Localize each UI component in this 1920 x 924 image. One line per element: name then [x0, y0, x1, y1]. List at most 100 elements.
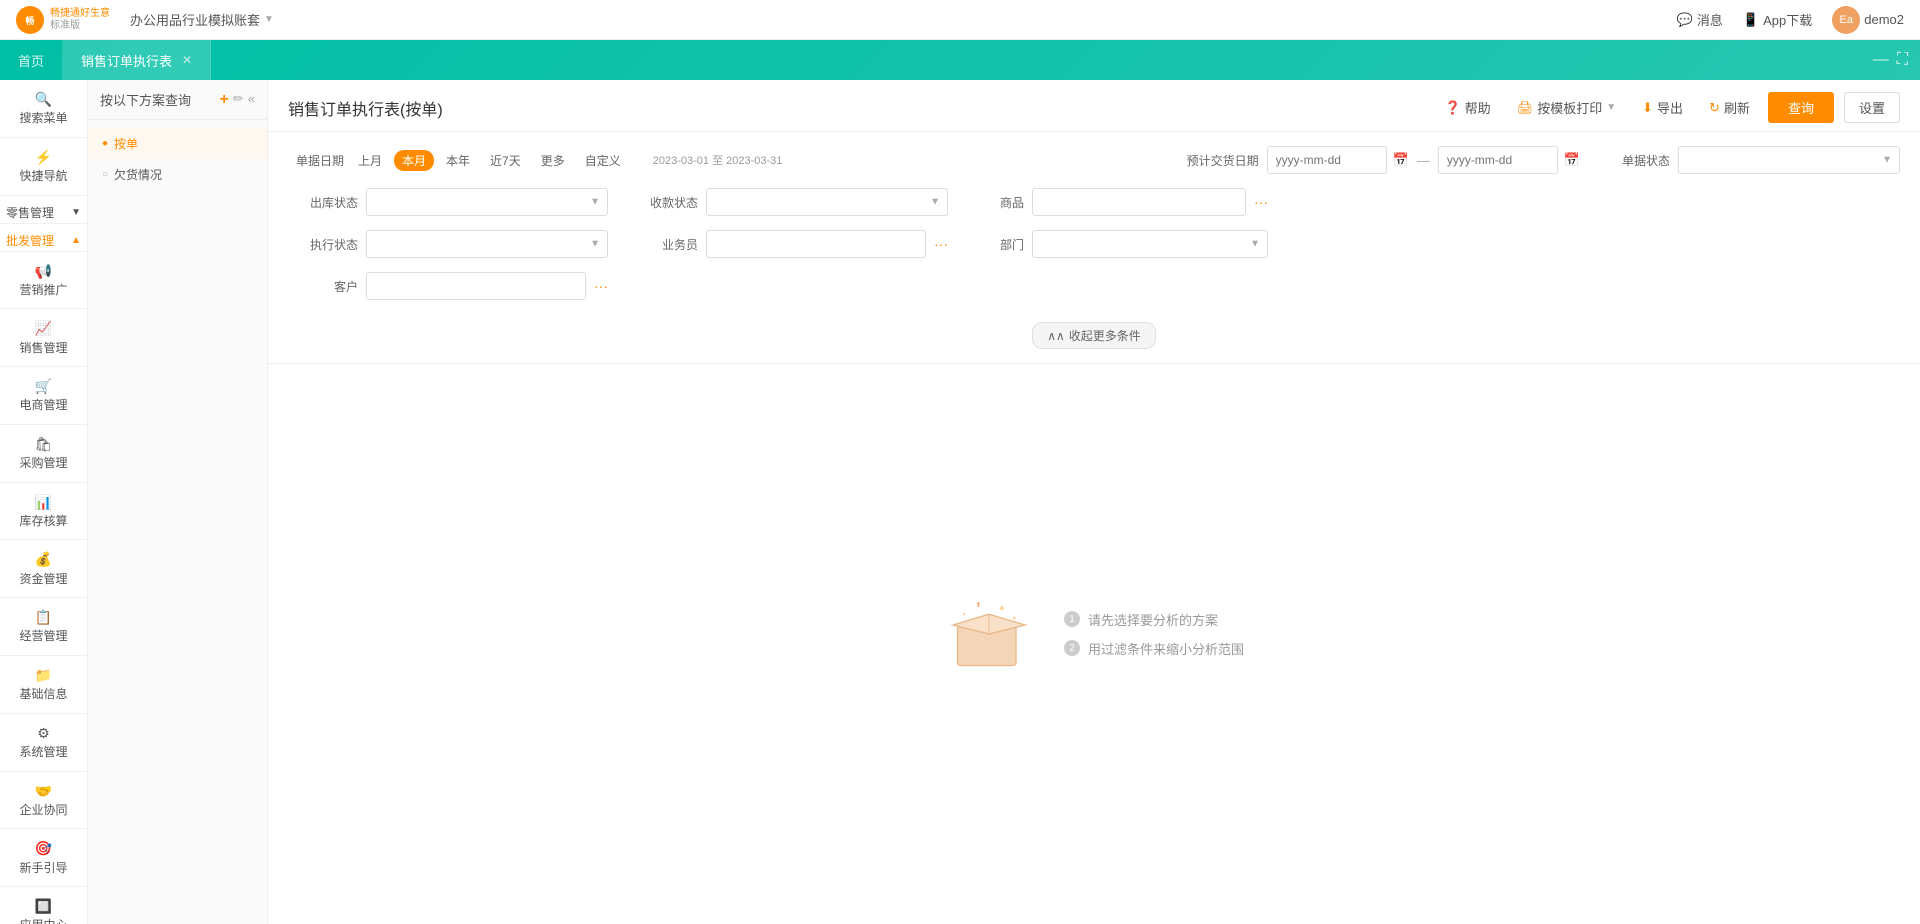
- sidebar-label-collab: 企业协同: [19, 803, 67, 819]
- filter-row-status: 出库状态 ▼ 收款状态 ▼: [288, 188, 1900, 216]
- sidebar-item-inventory[interactable]: 📊 库存核算: [0, 483, 87, 541]
- app-icon: 📱: [1743, 12, 1759, 28]
- customer-ellipsis-btn[interactable]: ···: [594, 278, 608, 294]
- sidebar-item-purchase[interactable]: 🛍 采购管理: [0, 425, 87, 483]
- receipt-status-label: 收款状态: [628, 194, 698, 211]
- date-chip-custom[interactable]: 自定义: [577, 150, 629, 171]
- search-icon: 🔍: [35, 90, 52, 108]
- maximize-btn[interactable]: ⛶: [1897, 51, 1908, 69]
- filter-field-salesman: 业务员 ···: [628, 230, 948, 258]
- sidebar-item-basic[interactable]: 📁 基础信息: [0, 656, 87, 714]
- sidebar-label-search: 搜索菜单: [19, 111, 67, 127]
- salesman-input[interactable]: [706, 230, 926, 258]
- left-panel-header: 按以下方案查询 + ✏ «: [88, 80, 267, 120]
- sidebar-item-quicknav[interactable]: ⚡ 快捷导航: [0, 138, 87, 196]
- tab-close-btn[interactable]: ✕: [182, 53, 192, 67]
- tab-home[interactable]: 首页: [0, 40, 63, 80]
- goods-input[interactable]: [1032, 188, 1246, 216]
- delivery-date-to[interactable]: [1438, 146, 1558, 174]
- sidebar-item-wholesale[interactable]: 批发管理 ▲: [0, 224, 87, 252]
- edit-plan-btn[interactable]: ✏: [233, 91, 244, 109]
- appstore-icon: 🔲: [35, 897, 52, 915]
- sidebar-item-retail[interactable]: 零售管理 ▼: [0, 196, 87, 224]
- exec-status-select[interactable]: [366, 230, 608, 258]
- collab-icon: 🤝: [35, 782, 52, 800]
- delivery-date-from[interactable]: [1267, 146, 1387, 174]
- user-area[interactable]: Ea demo2: [1832, 6, 1904, 34]
- salesman-ellipsis-btn[interactable]: ···: [934, 236, 948, 252]
- wholesale-arrow: ▲: [71, 235, 81, 246]
- help-btn[interactable]: ❓ 帮助: [1436, 94, 1498, 121]
- basic-icon: 📁: [35, 666, 52, 684]
- date-chip-7days[interactable]: 近7天: [482, 150, 529, 171]
- sidebar-item-sales[interactable]: 📈 销售管理: [0, 309, 87, 367]
- expected-delivery-label: 预计交货日期: [1187, 152, 1259, 169]
- date-chip-last-month[interactable]: 上月: [350, 150, 390, 171]
- sidebar-label-retail: 零售管理: [6, 204, 54, 221]
- logo-text-line2: 标准版: [50, 20, 110, 32]
- company-selector[interactable]: 办公用品行业模拟账套 ▼: [130, 10, 274, 29]
- filter-row-exec: 执行状态 ▼ 业务员 ··· 部门: [288, 230, 1900, 258]
- collapse-panel-btn[interactable]: «: [248, 91, 255, 109]
- date-from-calendar-icon[interactable]: 📅: [1393, 152, 1409, 168]
- refresh-btn[interactable]: ↻ 刷新: [1701, 94, 1758, 121]
- sidebar-item-collab[interactable]: 🤝 企业协同: [0, 772, 87, 830]
- customer-input[interactable]: [366, 272, 586, 300]
- empty-state-visual: ✦ ✦ ✦ ⬆ 1 请先选择要分析的方案 2 用过滤条件来缩小分析范围: [944, 589, 1244, 679]
- delivery-date-to-group: 📅: [1438, 146, 1580, 174]
- single-status-select[interactable]: [1678, 146, 1900, 174]
- guide-icon: 🎯: [35, 839, 52, 857]
- sidebar-label-guide: 新手引导: [19, 861, 67, 877]
- dept-select-wrapper: ▼: [1032, 230, 1268, 258]
- add-plan-btn[interactable]: +: [220, 91, 229, 109]
- nav-tabs-controls: — ⛶: [1861, 40, 1920, 80]
- sidebar-label-inventory: 库存核算: [19, 514, 67, 530]
- settings-btn[interactable]: 设置: [1844, 92, 1900, 123]
- print-btn[interactable]: 🖨 按模板打印 ▼: [1509, 94, 1624, 121]
- user-avatar: Ea: [1832, 6, 1860, 34]
- sidebar-item-guide[interactable]: 🎯 新手引导: [0, 829, 87, 887]
- sidebar-item-business[interactable]: 📋 经营管理: [0, 598, 87, 656]
- empty-state: ✦ ✦ ✦ ⬆ 1 请先选择要分析的方案 2 用过滤条件来缩小分析范围: [268, 364, 1920, 924]
- date-chip-this-year[interactable]: 本年: [438, 150, 478, 171]
- svg-text:✦: ✦: [998, 604, 1006, 614]
- page-header: 销售订单执行表(按单) ❓ 帮助 🖨 按模板打印 ▼ ⬇ 导出 ↻ 刷新: [268, 80, 1920, 132]
- tab-sales-order[interactable]: 销售订单执行表 ✕: [63, 40, 211, 80]
- collapse-more-btn[interactable]: ∧∧ 收起更多条件: [1032, 322, 1156, 349]
- outbound-status-select[interactable]: [366, 188, 608, 216]
- left-panel-actions: + ✏ «: [220, 91, 255, 109]
- tip-num-2: 2: [1064, 640, 1080, 656]
- tree-item-by-order[interactable]: ● 按单: [88, 128, 267, 159]
- sidebar-item-ecommerce[interactable]: 🛒 电商管理: [0, 367, 87, 425]
- app-download-btn[interactable]: 📱 App下载: [1743, 10, 1812, 29]
- company-name: 办公用品行业模拟账套: [130, 10, 260, 29]
- date-chip-this-month[interactable]: 本月: [394, 150, 434, 171]
- tree-item-shortage[interactable]: ○ 欠货情况: [88, 159, 267, 190]
- sidebar-item-finance[interactable]: 💰 资金管理: [0, 540, 87, 598]
- filter-field-goods: 商品 ···: [968, 188, 1268, 216]
- sidebar-item-appstore[interactable]: 🔲 应用中心: [0, 887, 87, 924]
- sidebar-label-system: 系统管理: [19, 745, 67, 761]
- date-separator: —: [1417, 153, 1430, 168]
- sidebar-label-purchase: 采购管理: [19, 456, 67, 472]
- dept-select[interactable]: [1032, 230, 1268, 258]
- goods-label: 商品: [968, 194, 1024, 211]
- filter-field-receipt: 收款状态 ▼: [628, 188, 948, 216]
- query-btn[interactable]: 查询: [1768, 92, 1834, 123]
- sidebar-item-system[interactable]: ⚙ 系统管理: [0, 714, 87, 772]
- message-icon: 💬: [1677, 12, 1693, 28]
- export-btn[interactable]: ⬇ 导出: [1634, 94, 1691, 121]
- svg-text:⬆: ⬆: [975, 600, 981, 609]
- empty-box-illustration: ✦ ✦ ✦ ⬆: [944, 589, 1034, 679]
- marketing-icon: 📢: [35, 262, 52, 280]
- minimize-btn[interactable]: —: [1873, 51, 1889, 69]
- sidebar-item-marketing[interactable]: 📢 营销推广: [0, 252, 87, 310]
- goods-ellipsis-btn[interactable]: ···: [1254, 194, 1268, 210]
- sidebar-item-search[interactable]: 🔍 搜索菜单: [0, 80, 87, 138]
- message-btn[interactable]: 💬 消息: [1677, 10, 1723, 29]
- date-chip-more[interactable]: 更多: [533, 150, 573, 171]
- date-to-calendar-icon[interactable]: 📅: [1564, 152, 1580, 168]
- receipt-status-select[interactable]: [706, 188, 948, 216]
- print-icon: 🖨: [1517, 100, 1534, 116]
- sidebar-label-marketing: 营销推广: [19, 283, 67, 299]
